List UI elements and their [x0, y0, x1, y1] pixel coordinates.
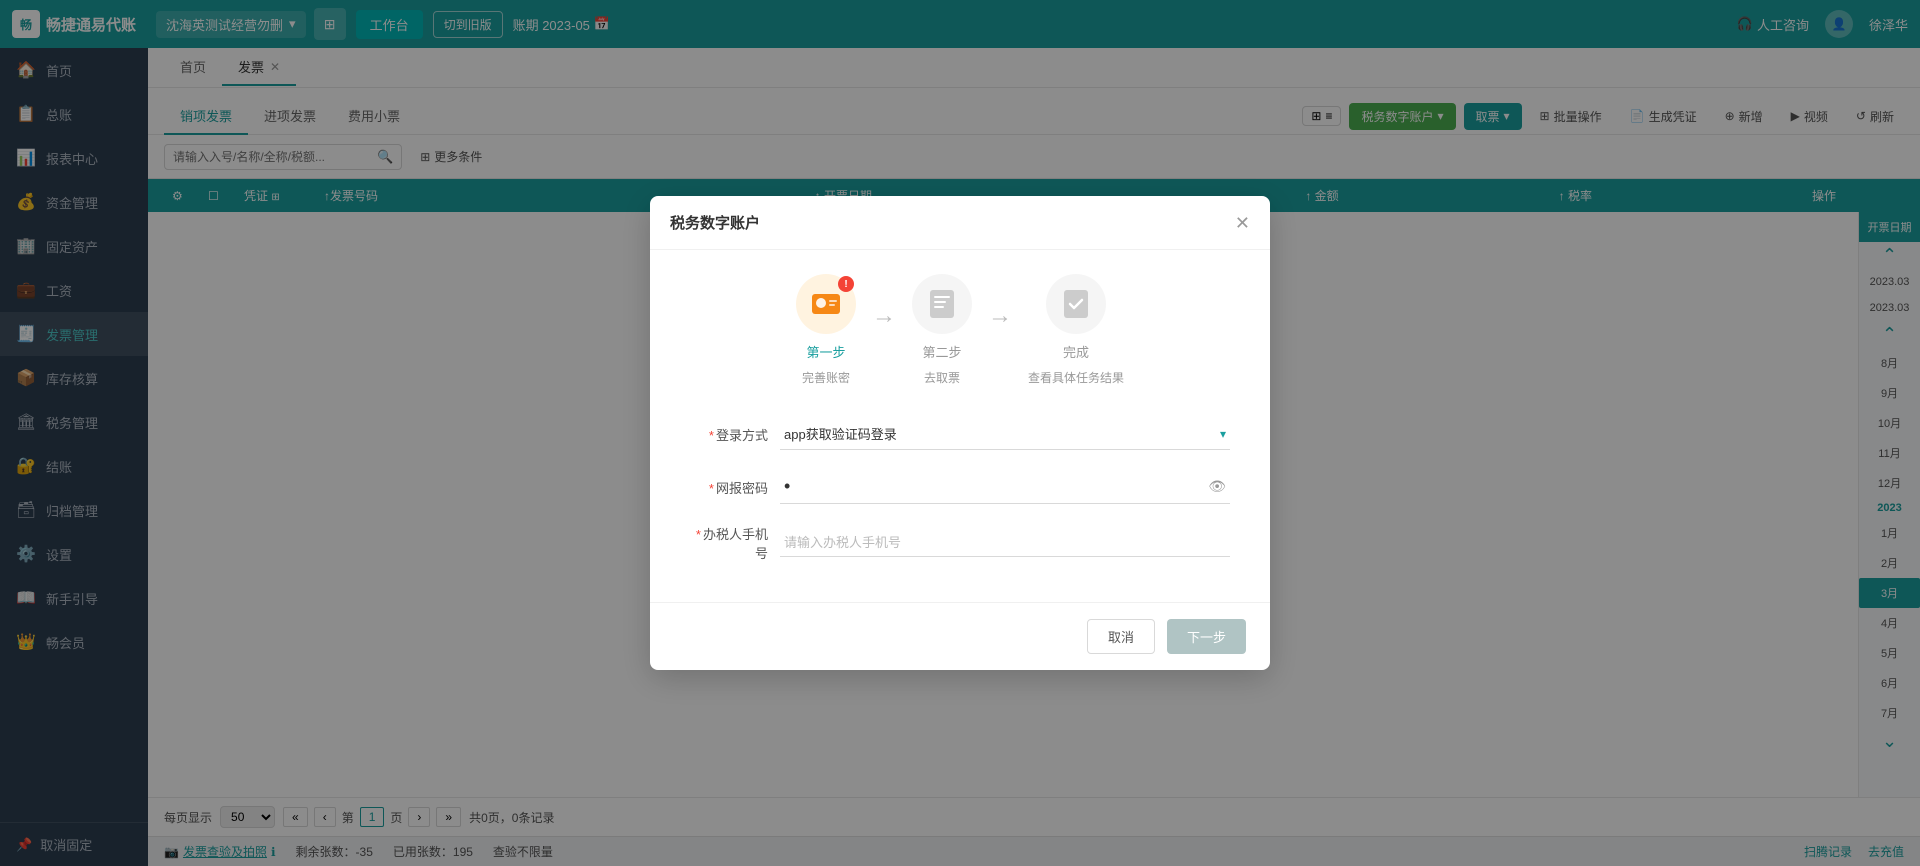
phone-label: 办税人手机号: [690, 524, 780, 562]
step-1-sublabel: 完善账密: [802, 369, 850, 386]
step-1-icon: [808, 286, 844, 322]
step-1-label: 第一步: [806, 342, 845, 361]
form-phone: 办税人手机号: [690, 524, 1230, 562]
password-input[interactable]: [780, 470, 1204, 503]
select-arrow-icon: ▾: [1220, 427, 1226, 441]
step-3-label: 完成: [1063, 342, 1089, 361]
login-method-value: app获取验证码登录: [784, 424, 897, 443]
dialog-header: 税务数字账户 ✕: [650, 196, 1270, 250]
step-2-label: 第二步: [922, 342, 961, 361]
step-2-sublabel: 去取票: [924, 369, 960, 386]
step-1: ! 第一步 完善账密: [796, 274, 856, 386]
dialog-close-button[interactable]: ✕: [1235, 214, 1250, 232]
step-2-icon-wrap: [912, 274, 972, 334]
step-3: 完成 查看具体任务结果: [1028, 274, 1124, 386]
step-arrow-2: →: [988, 302, 1012, 330]
password-toggle-icon[interactable]: 👁: [1204, 478, 1230, 495]
step-1-badge: !: [838, 276, 854, 292]
password-label: 网报密码: [690, 478, 780, 497]
form-password: 网报密码 👁: [690, 470, 1230, 504]
modal-overlay: 税务数字账户 ✕ !: [0, 0, 1920, 866]
step-2-icon: [924, 286, 960, 322]
form-login-method: 登录方式 app获取验证码登录 ▾: [690, 418, 1230, 450]
step-3-sublabel: 查看具体任务结果: [1028, 369, 1124, 386]
password-input-wrap: 👁: [780, 470, 1230, 504]
step-3-icon-wrap: [1046, 274, 1106, 334]
dialog-title: 税务数字账户: [670, 212, 760, 233]
step-arrow-1: →: [872, 302, 896, 330]
phone-input[interactable]: [780, 529, 1230, 557]
dialog-footer: 取消 下一步: [650, 602, 1270, 670]
login-method-label: 登录方式: [690, 425, 780, 444]
cancel-button[interactable]: 取消: [1087, 619, 1155, 654]
step-1-icon-wrap: !: [796, 274, 856, 334]
tax-account-dialog: 税务数字账户 ✕ !: [650, 196, 1270, 670]
steps: ! 第一步 完善账密 → 第: [690, 274, 1230, 386]
dialog-body: ! 第一步 完善账密 → 第: [650, 250, 1270, 602]
step-3-icon: [1058, 286, 1094, 322]
login-method-select[interactable]: app获取验证码登录 ▾: [780, 418, 1230, 450]
step-2: 第二步 去取票: [912, 274, 972, 386]
next-button[interactable]: 下一步: [1167, 619, 1246, 654]
